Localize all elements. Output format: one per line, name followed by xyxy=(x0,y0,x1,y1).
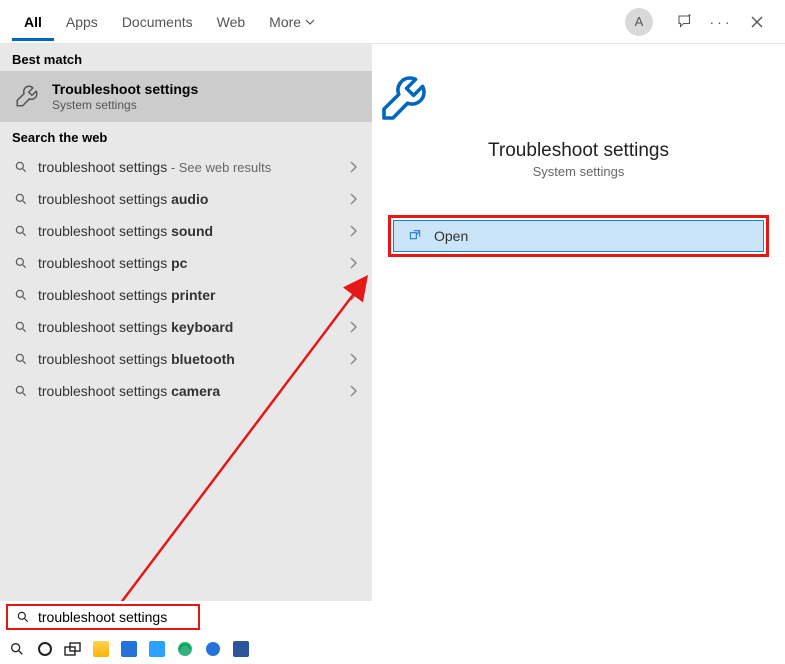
caret-down-icon xyxy=(305,17,315,27)
chevron-right-icon xyxy=(346,193,360,205)
mail-icon[interactable] xyxy=(148,640,166,658)
edge-icon[interactable] xyxy=(176,640,194,658)
result-keyword: bluetooth xyxy=(171,351,235,367)
microsoft-store-icon[interactable] xyxy=(120,640,138,658)
chevron-right-icon xyxy=(346,161,360,173)
taskbar-search-input[interactable]: troubleshoot settings xyxy=(6,604,200,630)
result-hint: - See web results xyxy=(167,160,271,175)
word-icon[interactable] xyxy=(232,640,250,658)
search-results-pane: Best match Troubleshoot settings System … xyxy=(0,44,785,601)
chevron-right-icon xyxy=(346,353,360,365)
chevron-right-icon xyxy=(346,289,360,301)
best-match-subtitle: System settings xyxy=(52,98,198,112)
open-external-icon xyxy=(406,228,424,244)
tab-all[interactable]: All xyxy=(12,2,54,41)
chevron-right-icon xyxy=(346,321,360,333)
tab-documents[interactable]: Documents xyxy=(110,2,205,41)
best-match-item[interactable]: Troubleshoot settings System settings xyxy=(0,71,372,122)
taskbar xyxy=(0,634,306,664)
more-options-icon[interactable]: ··· xyxy=(705,6,737,38)
web-result-item[interactable]: troubleshoot settings - See web results xyxy=(0,151,372,183)
web-results-list: troubleshoot settings - See web results … xyxy=(0,149,372,407)
detail-subtitle: System settings xyxy=(380,164,777,179)
web-result-item[interactable]: troubleshoot settings pc xyxy=(0,247,372,279)
results-list: Best match Troubleshoot settings System … xyxy=(0,44,372,601)
best-match-heading: Best match xyxy=(0,44,372,71)
result-prefix: troubleshoot settings xyxy=(38,191,171,207)
cortana-icon[interactable] xyxy=(36,640,54,658)
magnifier-icon xyxy=(12,288,30,302)
detail-title: Troubleshoot settings xyxy=(380,140,777,162)
result-prefix: troubleshoot settings xyxy=(38,287,171,303)
result-detail-pane: Troubleshoot settings System settings Op… xyxy=(372,44,785,601)
open-button[interactable]: Open xyxy=(393,220,764,252)
chevron-right-icon xyxy=(346,385,360,397)
tab-web[interactable]: Web xyxy=(205,2,258,41)
tab-apps[interactable]: Apps xyxy=(54,2,110,41)
chevron-right-icon xyxy=(346,257,360,269)
result-prefix: troubleshoot settings xyxy=(38,159,167,175)
web-result-item[interactable]: troubleshoot settings bluetooth xyxy=(0,343,372,375)
result-prefix: troubleshoot settings xyxy=(38,351,171,367)
open-button-label: Open xyxy=(434,228,468,244)
result-keyword: audio xyxy=(171,191,208,207)
magnifier-icon xyxy=(14,610,32,624)
result-prefix: troubleshoot settings xyxy=(38,223,171,239)
magnifier-icon xyxy=(12,224,30,238)
web-result-item[interactable]: troubleshoot settings keyboard xyxy=(0,311,372,343)
annotation-highlight-open: Open xyxy=(388,215,769,257)
taskbar-search-icon[interactable] xyxy=(8,640,26,658)
best-match-title: Troubleshoot settings xyxy=(52,81,198,98)
result-keyword: keyboard xyxy=(171,319,233,335)
magnifier-icon xyxy=(12,256,30,270)
detail-wrench-icon xyxy=(380,74,777,122)
wrench-icon xyxy=(12,81,42,111)
result-keyword: sound xyxy=(171,223,213,239)
result-keyword: camera xyxy=(171,383,220,399)
web-result-item[interactable]: troubleshoot settings printer xyxy=(0,279,372,311)
user-avatar[interactable]: A xyxy=(625,8,653,36)
file-explorer-icon[interactable] xyxy=(92,640,110,658)
close-button[interactable] xyxy=(741,6,773,38)
web-result-item[interactable]: troubleshoot settings audio xyxy=(0,183,372,215)
web-result-item[interactable]: troubleshoot settings camera xyxy=(0,375,372,407)
result-prefix: troubleshoot settings xyxy=(38,383,171,399)
magnifier-icon xyxy=(12,384,30,398)
magnifier-icon xyxy=(12,192,30,206)
search-input-value: troubleshoot settings xyxy=(38,609,167,625)
search-scope-tabbar: All Apps Documents Web More A ··· xyxy=(0,0,785,44)
magnifier-icon xyxy=(12,320,30,334)
result-prefix: troubleshoot settings xyxy=(38,319,171,335)
magnifier-icon xyxy=(12,160,30,174)
search-web-heading: Search the web xyxy=(0,122,372,149)
web-result-item[interactable]: troubleshoot settings sound xyxy=(0,215,372,247)
tab-more-label: More xyxy=(269,14,301,30)
app-icon-blue[interactable] xyxy=(204,640,222,658)
result-keyword: printer xyxy=(171,287,215,303)
tab-more[interactable]: More xyxy=(257,2,327,41)
result-keyword: pc xyxy=(171,255,187,271)
magnifier-icon xyxy=(12,352,30,366)
task-view-icon[interactable] xyxy=(64,640,82,658)
chevron-right-icon xyxy=(346,225,360,237)
result-prefix: troubleshoot settings xyxy=(38,255,171,271)
feedback-icon[interactable] xyxy=(669,6,701,38)
